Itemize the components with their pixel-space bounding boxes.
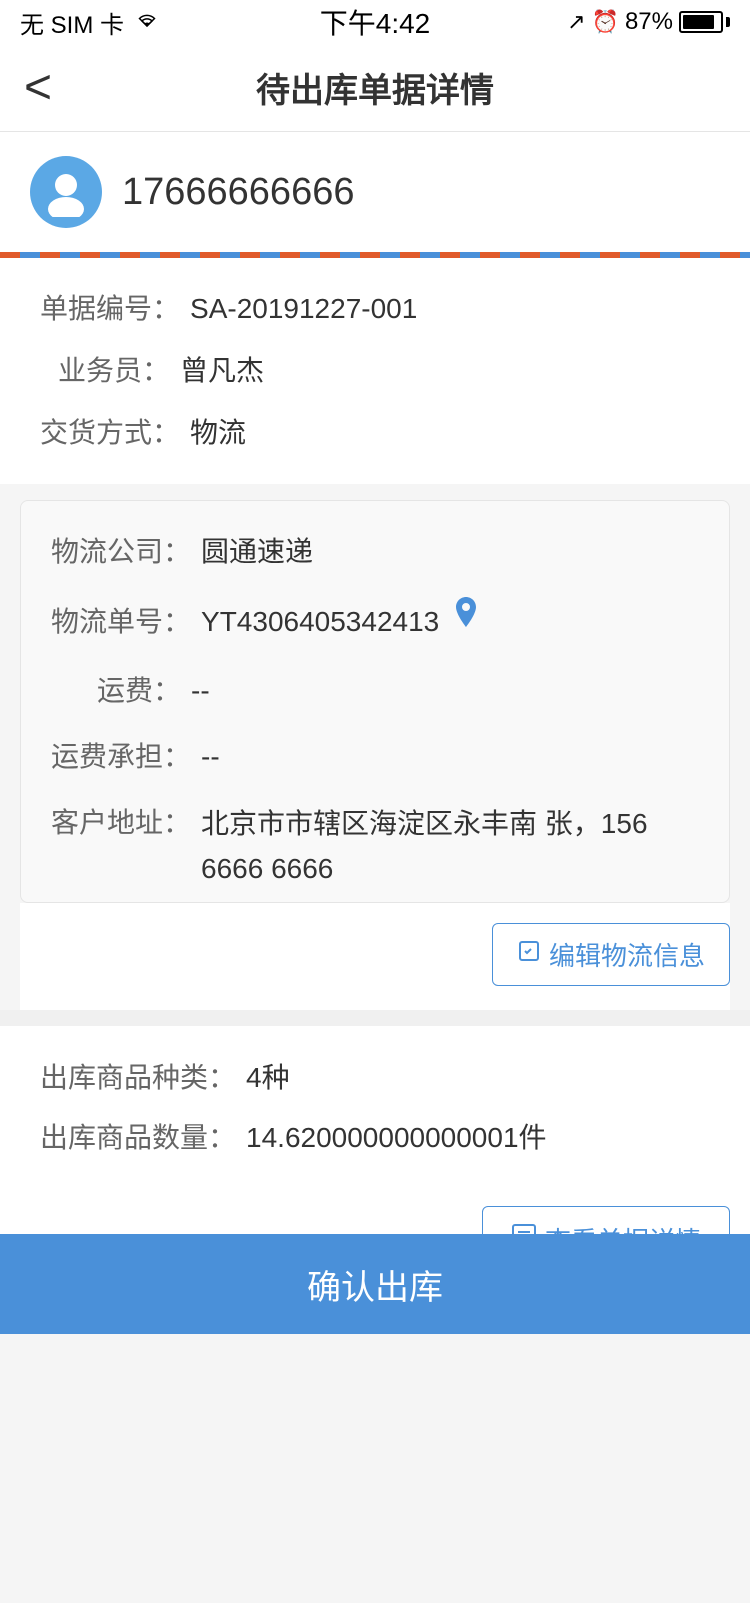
goods-types-row: 出库商品种类： 4种: [40, 1056, 710, 1096]
goods-types-value: 4种: [246, 1056, 290, 1096]
status-right: ↗ ⏰ 87%: [567, 8, 730, 36]
logistics-company-row: 物流公司： 圆通速递: [51, 531, 699, 573]
alarm-icon: ⏰: [592, 9, 619, 35]
goods-types-label: 出库商品种类：: [40, 1056, 236, 1096]
address-value: 北京市市辖区海淀区永丰南 张，156 6666 6666: [201, 802, 699, 892]
freight-bearer-value: --: [201, 736, 699, 778]
goods-quantity-row: 出库商品数量： 14.620000000000001件: [40, 1116, 710, 1156]
edit-logistics-container: 编辑物流信息: [20, 903, 730, 1010]
address-label: 客户地址：: [51, 802, 191, 844]
status-bar: 无 SIM 卡 下午4:42 ↗ ⏰ 87%: [0, 0, 750, 44]
freight-value: --: [191, 670, 699, 712]
goods-section: 出库商品种类： 4种 出库商品数量： 14.620000000000001件: [0, 1026, 750, 1186]
battery-percent: 87%: [625, 8, 673, 36]
location-arrow-icon: ↗: [567, 9, 585, 35]
customer-section: 17666666666: [0, 132, 750, 252]
doc-no-value: SA-20191227-001: [190, 288, 710, 330]
edit-logistics-button[interactable]: 编辑物流信息: [492, 923, 730, 986]
status-time: 下午4:42: [320, 2, 431, 42]
edit-icon: [517, 939, 541, 970]
avatar: [30, 156, 102, 228]
page-title: 待出库单据详情: [256, 63, 494, 112]
salesman-value: 曾凡杰: [180, 350, 710, 392]
basic-info-section: 单据编号： SA-20191227-001 业务员： 曾凡杰 交货方式： 物流: [0, 258, 750, 484]
battery-icon: [679, 11, 730, 33]
logistics-container: 物流公司： 圆通速递 物流单号： YT4306405342413 运费： -- …: [20, 500, 730, 903]
delivery-value: 物流: [190, 412, 710, 454]
logistics-tracking-value: YT4306405342413: [201, 597, 699, 646]
goods-quantity-label: 出库商品数量：: [40, 1116, 236, 1156]
doc-no-row: 单据编号： SA-20191227-001: [40, 288, 710, 330]
nav-bar: < 待出库单据详情: [0, 44, 750, 132]
logistics-tracking-label: 物流单号：: [51, 601, 191, 643]
doc-no-label: 单据编号：: [40, 288, 180, 330]
freight-bearer-label: 运费承担：: [51, 736, 191, 778]
section-divider: [0, 1010, 750, 1026]
delivery-row: 交货方式： 物流: [40, 412, 710, 454]
logistics-company-label: 物流公司：: [51, 531, 191, 573]
salesman-label: 业务员：: [40, 350, 170, 392]
carrier-label: 无 SIM 卡: [20, 5, 124, 40]
salesman-row: 业务员： 曾凡杰: [40, 350, 710, 392]
delivery-label: 交货方式：: [40, 412, 180, 454]
logistics-company-value: 圆通速递: [201, 531, 699, 573]
address-row: 客户地址： 北京市市辖区海淀区永丰南 张，156 6666 6666: [51, 802, 699, 892]
customer-phone: 17666666666: [122, 171, 354, 214]
edit-logistics-label: 编辑物流信息: [549, 936, 705, 973]
wifi-icon: [132, 8, 162, 37]
freight-row: 运费： --: [51, 670, 699, 712]
freight-label: 运费：: [51, 670, 181, 712]
freight-bearer-row: 运费承担： --: [51, 736, 699, 778]
tracking-location-icon[interactable]: [451, 597, 481, 646]
back-button[interactable]: <: [24, 60, 52, 115]
status-left: 无 SIM 卡: [20, 5, 162, 40]
logistics-tracking-row: 物流单号： YT4306405342413: [51, 597, 699, 646]
confirm-bar[interactable]: 确认出库: [0, 1234, 750, 1334]
goods-quantity-value: 14.620000000000001件: [246, 1116, 547, 1156]
confirm-label: 确认出库: [307, 1260, 443, 1309]
